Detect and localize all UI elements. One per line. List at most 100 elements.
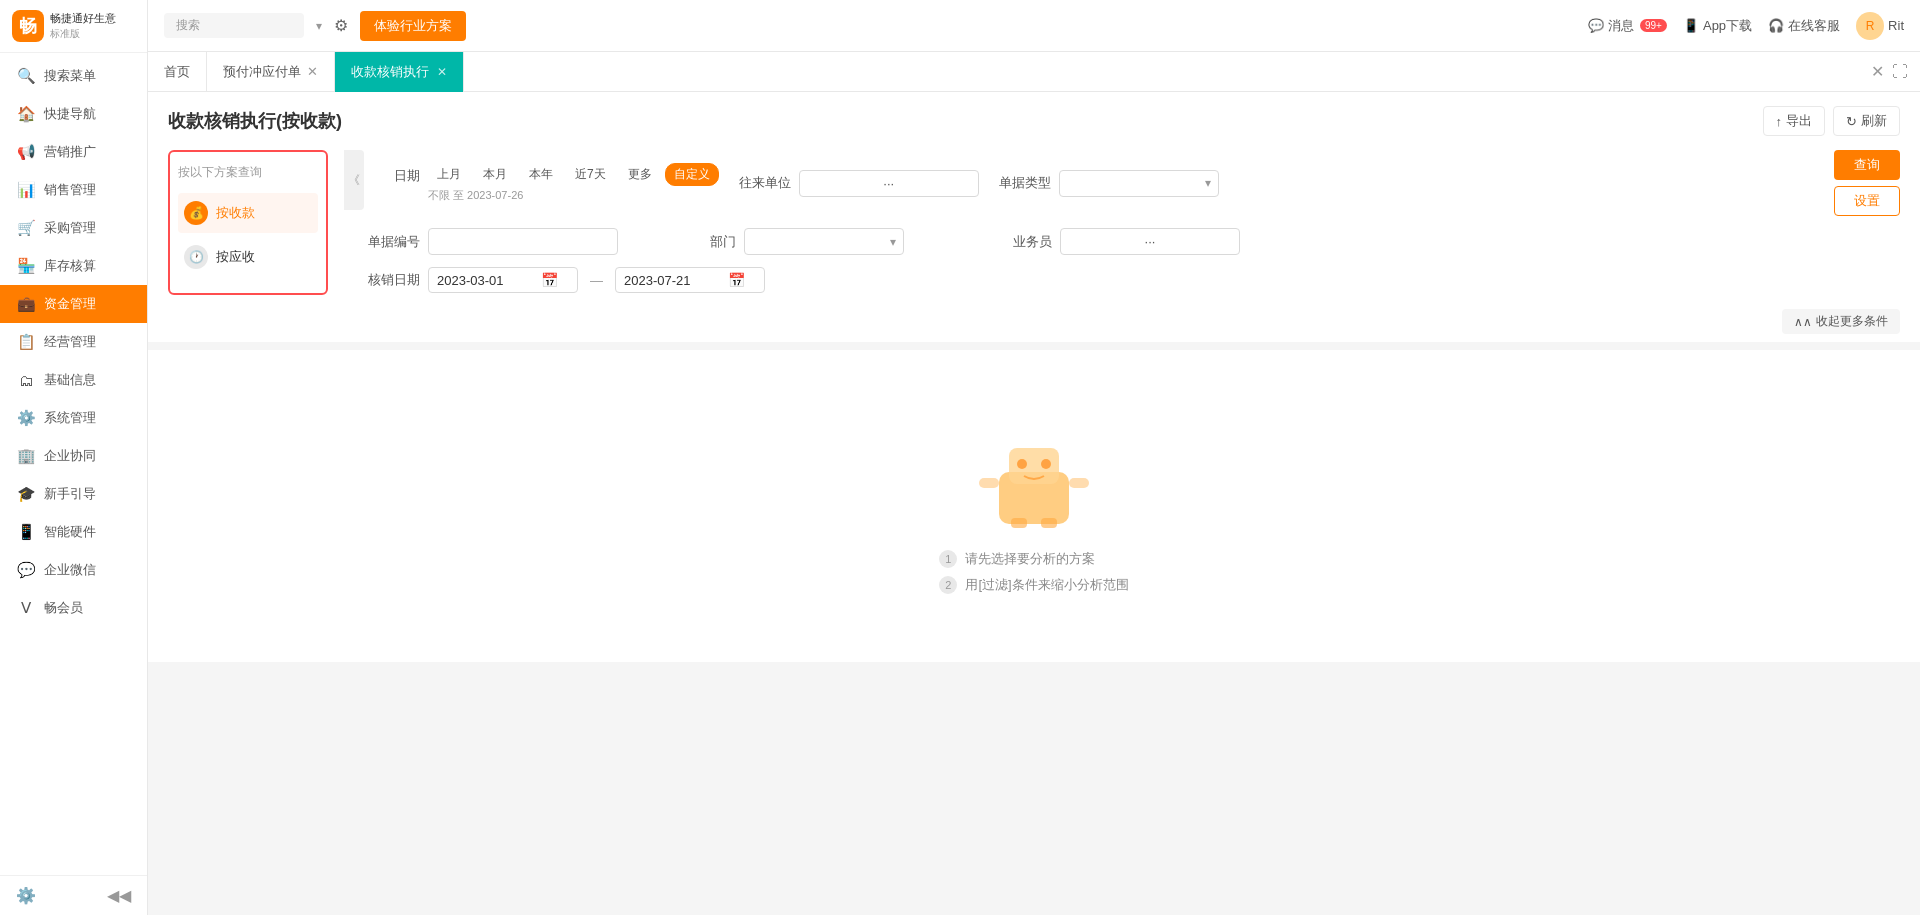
doc-type-field: 单据类型: [995, 170, 1219, 197]
page-actions: ↑ 导出 ↻ 刷新: [1763, 106, 1901, 136]
member-icon: Ⅴ: [16, 599, 36, 617]
topbar-dropdown-icon[interactable]: ▾: [316, 19, 322, 33]
empty-hint-2: 2 用[过滤]条件来缩小分析范围: [939, 576, 1128, 594]
sidebar-item-purchase[interactable]: 🛒 采购管理: [0, 209, 147, 247]
sidebar-item-member[interactable]: Ⅴ 畅会员: [0, 589, 147, 627]
user-avatar-item[interactable]: R Rit: [1856, 12, 1904, 40]
filter-option-by-receipt[interactable]: 💰 按收款: [178, 193, 318, 233]
app-icon: 📱: [1683, 18, 1699, 33]
filter-collapse-btn[interactable]: 《: [344, 150, 364, 210]
sidebar-item-funds[interactable]: 💼 资金管理: [0, 285, 147, 323]
filter-row-1: 日期 上月 本月 本年 近7天 更多 自定义 不限 至: [364, 150, 1900, 216]
export-button[interactable]: ↑ 导出: [1763, 106, 1826, 136]
tab-receipt-cancel[interactable]: 收款核销执行 ✕: [335, 52, 464, 92]
calendar-start-icon[interactable]: 📅: [541, 272, 558, 288]
sidebar-item-basics-label: 基础信息: [44, 371, 96, 389]
svg-rect-5: [1069, 478, 1089, 488]
sidebar-item-guide[interactable]: 🎓 新手引导: [0, 475, 147, 513]
svg-rect-6: [1011, 518, 1027, 528]
dept-select-wrapper: [744, 228, 904, 255]
sidebar-item-system[interactable]: ⚙️ 系统管理: [0, 399, 147, 437]
cancel-date-end-input[interactable]: [624, 273, 724, 288]
filter-row-2: 单据编号 部门: [364, 228, 1900, 255]
date-btn-this-year[interactable]: 本年: [520, 163, 562, 186]
hint-num-1: 1: [939, 550, 957, 568]
online-service-label: 在线客服: [1788, 17, 1840, 35]
sidebar-nav: 🔍 搜索菜单 🏠 快捷导航 📢 营销推广 📊 销售管理 🛒 采购管理 🏪 库存核…: [0, 53, 147, 875]
filter-section: 按以下方案查询 💰 按收款 🕐 按应收 《: [148, 146, 1920, 305]
sidebar-item-enterprise-label: 企业协同: [44, 447, 96, 465]
sidebar-item-search[interactable]: 🔍 搜索菜单: [0, 57, 147, 95]
empty-hint-1: 1 请先选择要分析的方案: [939, 550, 1128, 568]
counterpart-input[interactable]: ···: [799, 170, 979, 197]
svg-rect-7: [1041, 518, 1057, 528]
refresh-label: 刷新: [1861, 112, 1887, 130]
svg-rect-4: [979, 478, 999, 488]
cancel-date-start-input[interactable]: [437, 273, 537, 288]
tab-receipt-cancel-close-icon[interactable]: ✕: [437, 65, 447, 79]
sidebar-item-basics[interactable]: 🗂 基础信息: [0, 361, 147, 399]
date-btn-this-month[interactable]: 本月: [474, 163, 516, 186]
setting-button[interactable]: 设置: [1834, 186, 1900, 216]
system-icon: ⚙️: [16, 409, 36, 427]
cancel-date-field: 核销日期 📅 — 📅: [364, 267, 765, 293]
collapse-sidebar-icon[interactable]: ◀◀: [107, 886, 131, 905]
sidebar-item-marketing[interactable]: 📢 营销推广: [0, 133, 147, 171]
tab-prepay-close-icon[interactable]: ✕: [307, 64, 318, 79]
query-button[interactable]: 查询: [1834, 150, 1900, 180]
filter-options-panel: 按以下方案查询 💰 按收款 🕐 按应收: [168, 150, 328, 295]
date-btn-last-month[interactable]: 上月: [428, 163, 470, 186]
refresh-button[interactable]: ↻ 刷新: [1833, 106, 1900, 136]
topbar-search[interactable]: 搜索: [164, 13, 304, 38]
sales-icon: 📊: [16, 181, 36, 199]
filter-option-by-receivable[interactable]: 🕐 按应收: [178, 237, 318, 277]
date-btn-last-7-days[interactable]: 近7天: [566, 163, 615, 186]
date-btn-custom[interactable]: 自定义: [665, 163, 719, 186]
date-btn-more[interactable]: 更多: [619, 163, 661, 186]
sidebar-item-purchase-label: 采购管理: [44, 219, 96, 237]
message-item[interactable]: 💬 消息 99+: [1588, 17, 1667, 35]
collapse-more-button[interactable]: ∧∧ 收起更多条件: [1782, 309, 1900, 334]
logo-icon: 畅: [12, 10, 44, 42]
sidebar-item-operations[interactable]: 📋 经营管理: [0, 323, 147, 361]
sidebar-item-inventory[interactable]: 🏪 库存核算: [0, 247, 147, 285]
page-container: 收款核销执行(按收款) ↑ 导出 ↻ 刷新 按以下方案查询: [148, 92, 1920, 662]
guide-icon: 🎓: [16, 485, 36, 503]
sidebar-item-wechat[interactable]: 💬 企业微信: [0, 551, 147, 589]
receipt-option-label: 按收款: [216, 204, 255, 222]
sidebar-item-funds-label: 资金管理: [44, 295, 96, 313]
empty-svg: [974, 430, 1094, 530]
topbar-gear-icon[interactable]: ⚙: [334, 16, 348, 35]
dept-select[interactable]: [744, 228, 904, 255]
topbar: 搜索 ▾ ⚙ 体验行业方案 💬 消息 99+ 📱 App下载 🎧 在线客服 R …: [148, 0, 1920, 52]
sidebar-item-enterprise[interactable]: 🏢 企业协同: [0, 437, 147, 475]
app-download-item[interactable]: 📱 App下载: [1683, 17, 1752, 35]
sidebar: 畅 畅捷通好生意 标准版 🔍 搜索菜单 🏠 快捷导航 📢 营销推广 📊 销售管理…: [0, 0, 148, 915]
doc-type-select[interactable]: [1059, 170, 1219, 197]
calendar-end-icon[interactable]: 📅: [728, 272, 745, 288]
settings-bottom-icon[interactable]: ⚙️: [16, 886, 36, 905]
doc-number-input[interactable]: [428, 228, 618, 255]
tab-expand-icon[interactable]: ⛶: [1892, 63, 1908, 81]
basics-icon: 🗂: [16, 372, 36, 389]
staff-input[interactable]: ···: [1060, 228, 1240, 255]
date-range-hint: 不限 至 2023-07-26: [428, 188, 719, 203]
page-title: 收款核销执行(按收款): [168, 109, 342, 133]
main-area: 搜索 ▾ ⚙ 体验行业方案 💬 消息 99+ 📱 App下载 🎧 在线客服 R …: [148, 0, 1920, 915]
tab-home-label: 首页: [164, 63, 190, 81]
tab-home[interactable]: 首页: [148, 52, 207, 92]
sidebar-item-wechat-label: 企业微信: [44, 561, 96, 579]
sidebar-item-operations-label: 经营管理: [44, 333, 96, 351]
industry-plan-button[interactable]: 体验行业方案: [360, 11, 466, 41]
receivable-option-icon: 🕐: [184, 245, 208, 269]
message-icon: 💬: [1588, 18, 1604, 33]
online-service-item[interactable]: 🎧 在线客服: [1768, 17, 1840, 35]
tab-prepay[interactable]: 预付冲应付单 ✕: [207, 52, 335, 92]
tab-close-all-icon[interactable]: ✕: [1871, 62, 1884, 81]
sidebar-item-quicknav[interactable]: 🏠 快捷导航: [0, 95, 147, 133]
sidebar-item-hardware[interactable]: 📱 智能硬件: [0, 513, 147, 551]
export-icon: ↑: [1776, 114, 1783, 129]
search-icon: 🔍: [16, 67, 36, 85]
sidebar-item-marketing-label: 营销推广: [44, 143, 96, 161]
sidebar-item-sales[interactable]: 📊 销售管理: [0, 171, 147, 209]
